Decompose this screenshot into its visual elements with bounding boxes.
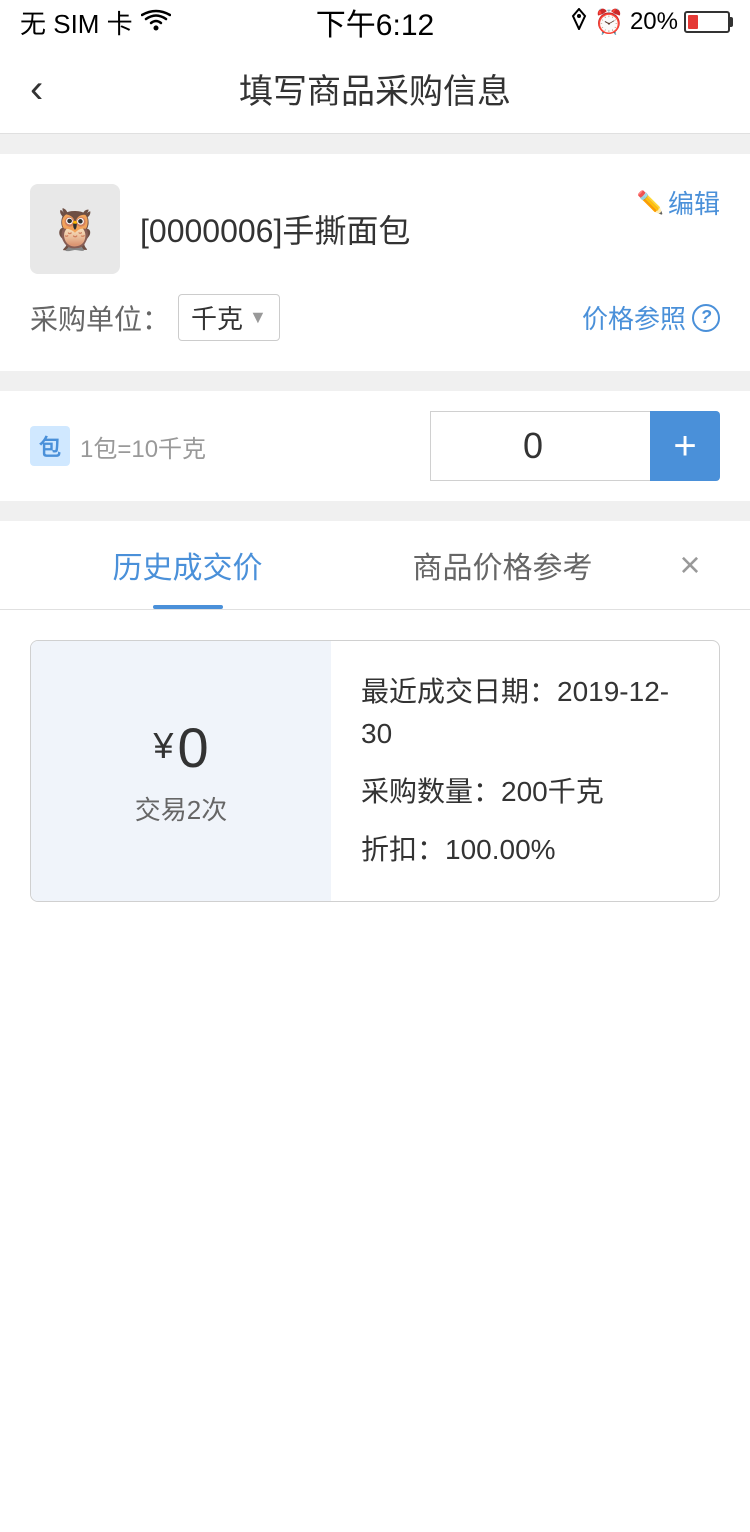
status-right: ⏰ 20% xyxy=(570,8,730,37)
help-icon: ? xyxy=(692,304,720,332)
product-section: 🦉 [0000006]手撕面包 ✏️ 编辑 采购单位： 千克 ▼ 价格参照 ? xyxy=(0,154,750,371)
page-title: 填写商品采购信息 xyxy=(239,64,511,113)
unit-select[interactable]: 千克 ▼ xyxy=(178,294,280,341)
edit-icon: ✏️ xyxy=(637,190,664,216)
product-thumbnail: 🦉 xyxy=(30,184,120,274)
white-fill-area xyxy=(0,932,750,1532)
price-card: ¥ 0 交易2次 最近成交日期：2019-12-30 采购数量：200千克 折扣… xyxy=(30,640,720,902)
back-button[interactable]: ‹ xyxy=(30,69,43,109)
price-card-right: 最近成交日期：2019-12-30 采购数量：200千克 折扣：100.00% xyxy=(331,641,719,901)
qty-conversion: 1包=10千克 xyxy=(80,429,206,464)
carrier-text: 无 SIM 卡 xyxy=(20,4,133,41)
qty-plus-button[interactable]: + xyxy=(650,411,720,481)
yen-symbol: ¥ xyxy=(153,725,173,767)
price-discount-row: 折扣：100.00% xyxy=(361,829,689,871)
tab-active-underline xyxy=(153,605,223,609)
battery-icon xyxy=(684,11,730,33)
alarm-icon: ⏰ xyxy=(594,8,624,37)
product-name: [0000006]手撕面包 xyxy=(140,206,410,252)
price-ref-button[interactable]: 价格参照 ? xyxy=(582,299,720,336)
price-card-container: ¥ 0 交易2次 最近成交日期：2019-12-30 采购数量：200千克 折扣… xyxy=(0,610,750,932)
status-left: 无 SIM 卡 xyxy=(20,4,171,41)
nav-bar: ‹ 填写商品采购信息 xyxy=(0,44,750,134)
qty-input-group: + xyxy=(430,411,720,481)
price-qty-row: 采购数量：200千克 xyxy=(361,771,689,813)
dropdown-arrow-icon: ▼ xyxy=(249,307,267,328)
qty-unit-info: 包 1包=10千克 xyxy=(30,426,430,466)
edit-button[interactable]: ✏️ 编辑 xyxy=(637,184,720,221)
product-image: 🦉 xyxy=(50,206,100,253)
qty-unit-box: 包 xyxy=(30,426,70,466)
product-left: 🦉 [0000006]手撕面包 xyxy=(30,184,410,274)
status-time: 下午6:12 xyxy=(316,0,434,44)
status-bar: 无 SIM 卡 下午6:12 ⏰ 20% xyxy=(0,0,750,44)
wifi-icon xyxy=(141,7,171,38)
price-date-row: 最近成交日期：2019-12-30 xyxy=(361,671,689,755)
tab-close-button[interactable]: × xyxy=(660,535,720,595)
quantity-row: 包 1包=10千克 + xyxy=(0,371,750,501)
product-header: 🦉 [0000006]手撕面包 ✏️ 编辑 xyxy=(30,184,720,274)
tab-header: 历史成交价 商品价格参考 × xyxy=(0,521,750,610)
price-amount: ¥ 0 xyxy=(153,715,208,780)
tab-product-price-ref[interactable]: 商品价格参考 xyxy=(345,521,660,609)
price-card-left: ¥ 0 交易2次 xyxy=(31,641,331,901)
battery-percent: 20% xyxy=(630,8,678,36)
unit-label: 采购单位： xyxy=(30,298,170,338)
tab-history-price[interactable]: 历史成交价 xyxy=(30,521,345,609)
location-icon xyxy=(570,8,588,37)
tab-panel: 历史成交价 商品价格参考 × ¥ 0 交易2次 最近成交日期：2019-12-3… xyxy=(0,521,750,932)
product-unit-row: 采购单位： 千克 ▼ 价格参照 ? xyxy=(30,294,720,341)
price-value: 0 xyxy=(177,715,208,780)
price-count: 交易2次 xyxy=(135,790,227,827)
quantity-input[interactable] xyxy=(430,411,650,481)
